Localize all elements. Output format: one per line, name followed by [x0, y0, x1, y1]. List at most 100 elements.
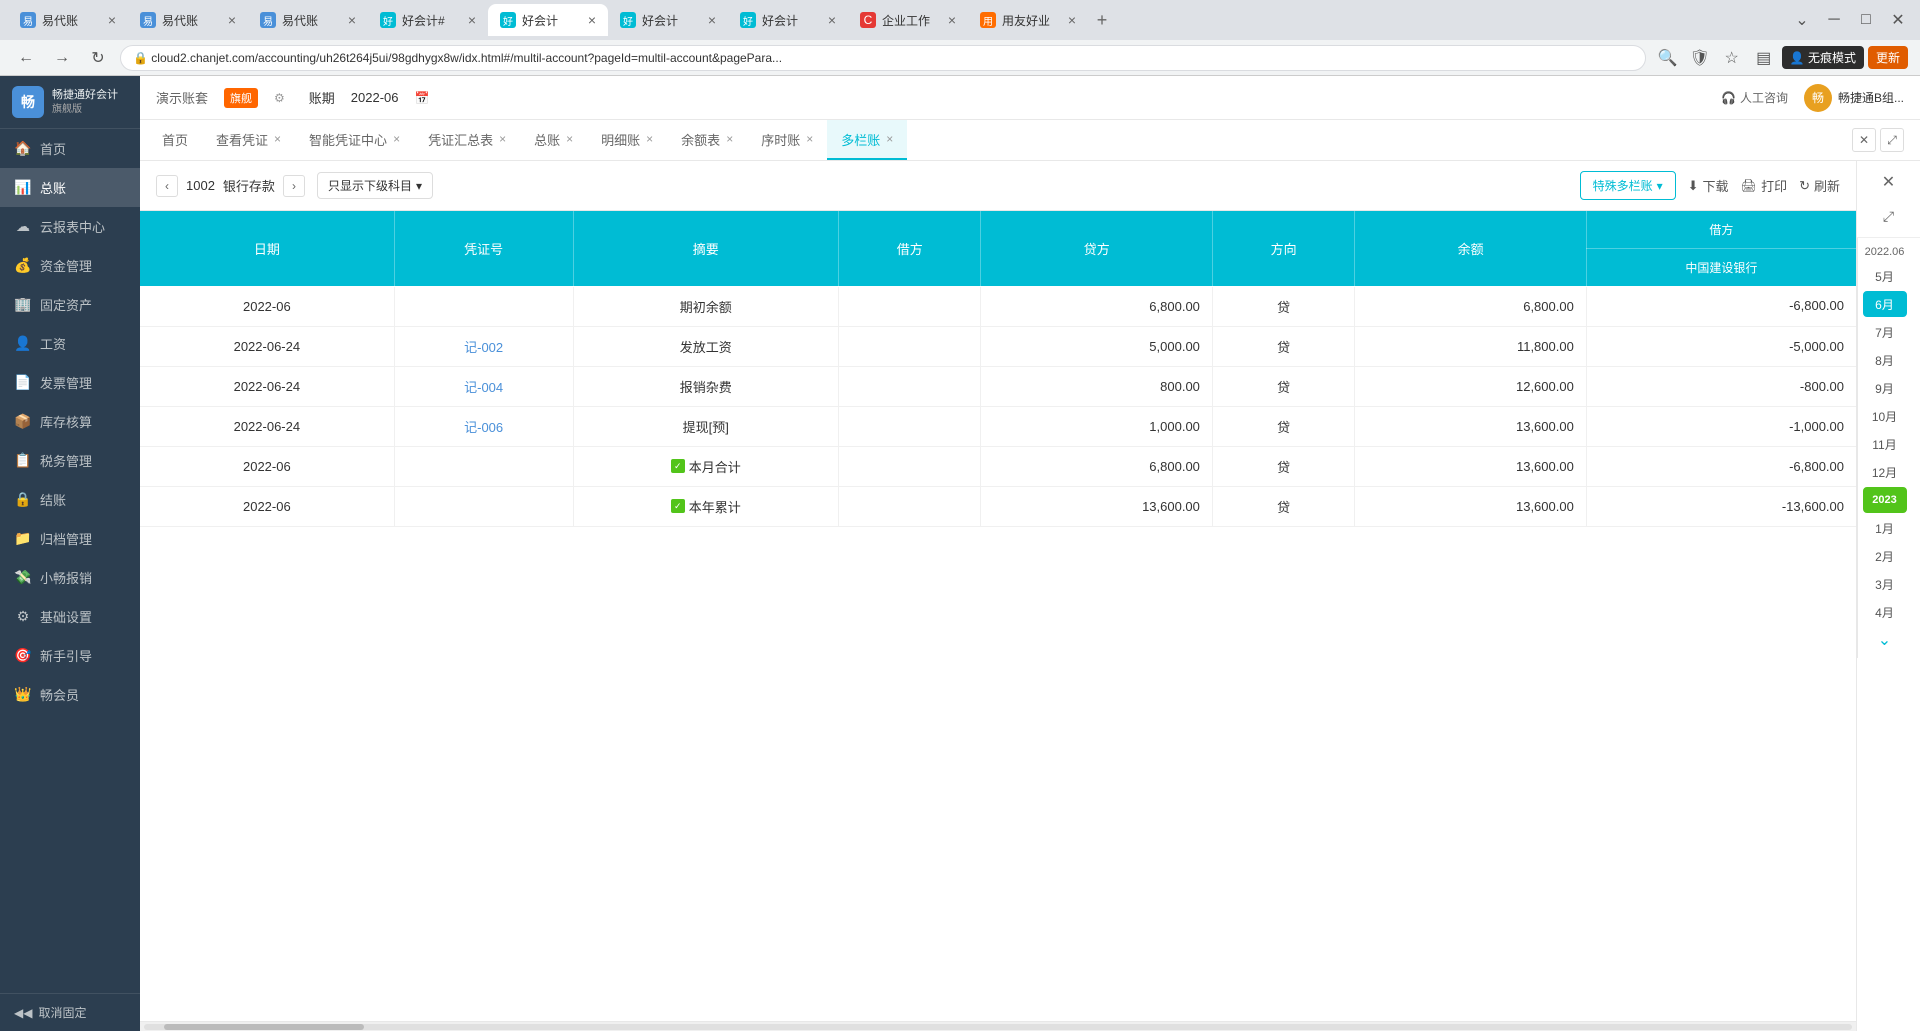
tab-close-6[interactable]: ×: [708, 12, 716, 28]
download-button[interactable]: ⬇ 下载: [1688, 176, 1729, 195]
refresh-button[interactable]: ↻ 刷新: [1799, 176, 1840, 195]
browser-tab-4[interactable]: 好 好会计# ×: [368, 4, 488, 36]
calendar-icon[interactable]: 📅: [415, 91, 430, 105]
expand-button[interactable]: ⤢: [1880, 128, 1904, 152]
sidebar-item-funds[interactable]: 💰 资金管理: [0, 246, 140, 285]
table-cell[interactable]: [394, 486, 573, 526]
consult-button[interactable]: 🎧 人工咨询: [1721, 89, 1788, 106]
month-september[interactable]: 9月: [1863, 375, 1907, 401]
new-tab-button[interactable]: +: [1088, 6, 1116, 34]
sidebar-item-reports[interactable]: ☁ 云报表中心: [0, 207, 140, 246]
prev-account-button[interactable]: ‹: [156, 175, 178, 197]
tab-smart-voucher-close[interactable]: ×: [393, 132, 400, 146]
month-jan-2023[interactable]: 1月: [1863, 515, 1907, 541]
sidebar-item-xiaochang[interactable]: 💸 小畅报销: [0, 558, 140, 597]
sidebar-item-home[interactable]: 🏠 首页: [0, 129, 140, 168]
horizontal-scrollbar[interactable]: [140, 1021, 1856, 1031]
search-button[interactable]: 🔍: [1654, 44, 1682, 72]
back-button[interactable]: ←: [12, 44, 40, 72]
sidebar-item-settings[interactable]: ⚙ 基础设置: [0, 597, 140, 636]
tab-multi-col[interactable]: 多栏账 ×: [827, 120, 907, 160]
month-nav-down[interactable]: ⌄: [1874, 626, 1895, 654]
sidebar-item-ledger[interactable]: 📊 总账: [0, 168, 140, 207]
month-november[interactable]: 11月: [1863, 431, 1907, 457]
forward-button[interactable]: →: [48, 44, 76, 72]
next-account-button[interactable]: ›: [283, 175, 305, 197]
minimize-button[interactable]: ─: [1820, 6, 1848, 34]
tab-voucher-summary[interactable]: 凭证汇总表 ×: [414, 120, 520, 160]
wuhen-mode-button[interactable]: 👤 无痕模式: [1782, 46, 1864, 69]
browser-tab-7[interactable]: 好 好会计 ×: [728, 4, 848, 36]
browser-tab-5[interactable]: 好 好会计 ×: [488, 4, 608, 36]
sidebar-button[interactable]: ▤: [1750, 44, 1778, 72]
sidebar-item-archive[interactable]: 📁 归档管理: [0, 519, 140, 558]
tab-voucher-summary-close[interactable]: ×: [499, 132, 506, 146]
table-cell[interactable]: 记-006: [394, 406, 573, 446]
sidebar-item-member[interactable]: 👑 畅会员: [0, 675, 140, 714]
tab-close-1[interactable]: ×: [108, 12, 116, 28]
multi-col-button[interactable]: 特殊多栏账 ▾: [1580, 171, 1676, 200]
browser-tab-2[interactable]: 易 易代账 ×: [128, 4, 248, 36]
tab-list-button[interactable]: ⌄: [1788, 6, 1816, 34]
tab-close-8[interactable]: ×: [948, 12, 956, 28]
table-cell[interactable]: [394, 446, 573, 486]
month-july[interactable]: 7月: [1863, 319, 1907, 345]
tab-balance[interactable]: 余额表 ×: [667, 120, 747, 160]
tab-close-7[interactable]: ×: [828, 12, 836, 28]
browser-tab-8[interactable]: C 企业工作 ×: [848, 4, 968, 36]
update-button[interactable]: 更新: [1868, 46, 1908, 69]
star-button[interactable]: ☆: [1718, 44, 1746, 72]
sidebar-item-salary[interactable]: 👤 工资: [0, 324, 140, 363]
reload-button[interactable]: ↻: [84, 44, 112, 72]
browser-tab-6[interactable]: 好 好会计 ×: [608, 4, 728, 36]
tab-smart-voucher[interactable]: 智能凭证中心 ×: [295, 120, 414, 160]
month-october[interactable]: 10月: [1863, 403, 1907, 429]
table-cell[interactable]: 记-004: [394, 366, 573, 406]
month-may[interactable]: 5月: [1863, 263, 1907, 289]
tab-close-3[interactable]: ×: [348, 12, 356, 28]
sidebar-item-close[interactable]: 🔒 结账: [0, 480, 140, 519]
sidebar-item-inventory[interactable]: 📦 库存核算: [0, 402, 140, 441]
sidebar-item-assets[interactable]: 🏢 固定资产: [0, 285, 140, 324]
tab-balance-close[interactable]: ×: [726, 132, 733, 146]
table-cell[interactable]: [394, 286, 573, 326]
tab-close-2[interactable]: ×: [228, 12, 236, 28]
tab-home[interactable]: 首页: [148, 120, 202, 160]
tab-close-4[interactable]: ×: [468, 12, 476, 28]
tab-close-5[interactable]: ×: [588, 12, 596, 28]
settings-gear-icon[interactable]: ⚙: [274, 91, 285, 105]
sidebar-item-guide[interactable]: 🎯 新手引导: [0, 636, 140, 675]
close-button[interactable]: ✕: [1884, 6, 1912, 34]
expand-panel-button[interactable]: ⤢: [1874, 201, 1904, 231]
month-feb-2023[interactable]: 2月: [1863, 543, 1907, 569]
tab-close-9[interactable]: ×: [1068, 12, 1076, 28]
tab-voucher-view[interactable]: 查看凭证 ×: [202, 120, 295, 160]
browser-tab-1[interactable]: 易 易代账 ×: [8, 4, 128, 36]
account-badge[interactable]: 旗舰: [224, 88, 258, 108]
tab-detail-ledger-close[interactable]: ×: [646, 132, 653, 146]
print-button[interactable]: 🖨 打印: [1741, 176, 1788, 195]
tab-sequence-ledger[interactable]: 序时账 ×: [747, 120, 827, 160]
year-2023-badge[interactable]: 2023: [1863, 487, 1907, 513]
month-december[interactable]: 12月: [1863, 459, 1907, 485]
sidebar-item-tax[interactable]: 📋 税务管理: [0, 441, 140, 480]
month-mar-2023[interactable]: 3月: [1863, 571, 1907, 597]
table-cell[interactable]: 记-002: [394, 326, 573, 366]
pin-button[interactable]: ◀◀ 取消固定: [0, 993, 140, 1031]
browser-tab-9[interactable]: 用 用友好业 ×: [968, 4, 1088, 36]
month-apr-2023[interactable]: 4月: [1863, 599, 1907, 625]
filter-dropdown[interactable]: 只显示下级科目 ▾: [317, 172, 433, 199]
month-august[interactable]: 8月: [1863, 347, 1907, 373]
maximize-button[interactable]: □: [1852, 6, 1880, 34]
tab-multi-col-close[interactable]: ×: [886, 132, 893, 146]
tab-general-ledger[interactable]: 总账 ×: [520, 120, 587, 160]
tab-sequence-ledger-close[interactable]: ×: [806, 132, 813, 146]
sidebar-item-invoices[interactable]: 📄 发票管理: [0, 363, 140, 402]
shield-button[interactable]: 🛡: [1686, 44, 1714, 72]
hscroll-thumb[interactable]: [164, 1024, 364, 1030]
collapse-button[interactable]: ✕: [1852, 128, 1876, 152]
tab-general-ledger-close[interactable]: ×: [566, 132, 573, 146]
browser-tab-3[interactable]: 易 易代账 ×: [248, 4, 368, 36]
month-june[interactable]: 6月: [1863, 291, 1907, 317]
close-panel-button[interactable]: ✕: [1874, 167, 1904, 197]
